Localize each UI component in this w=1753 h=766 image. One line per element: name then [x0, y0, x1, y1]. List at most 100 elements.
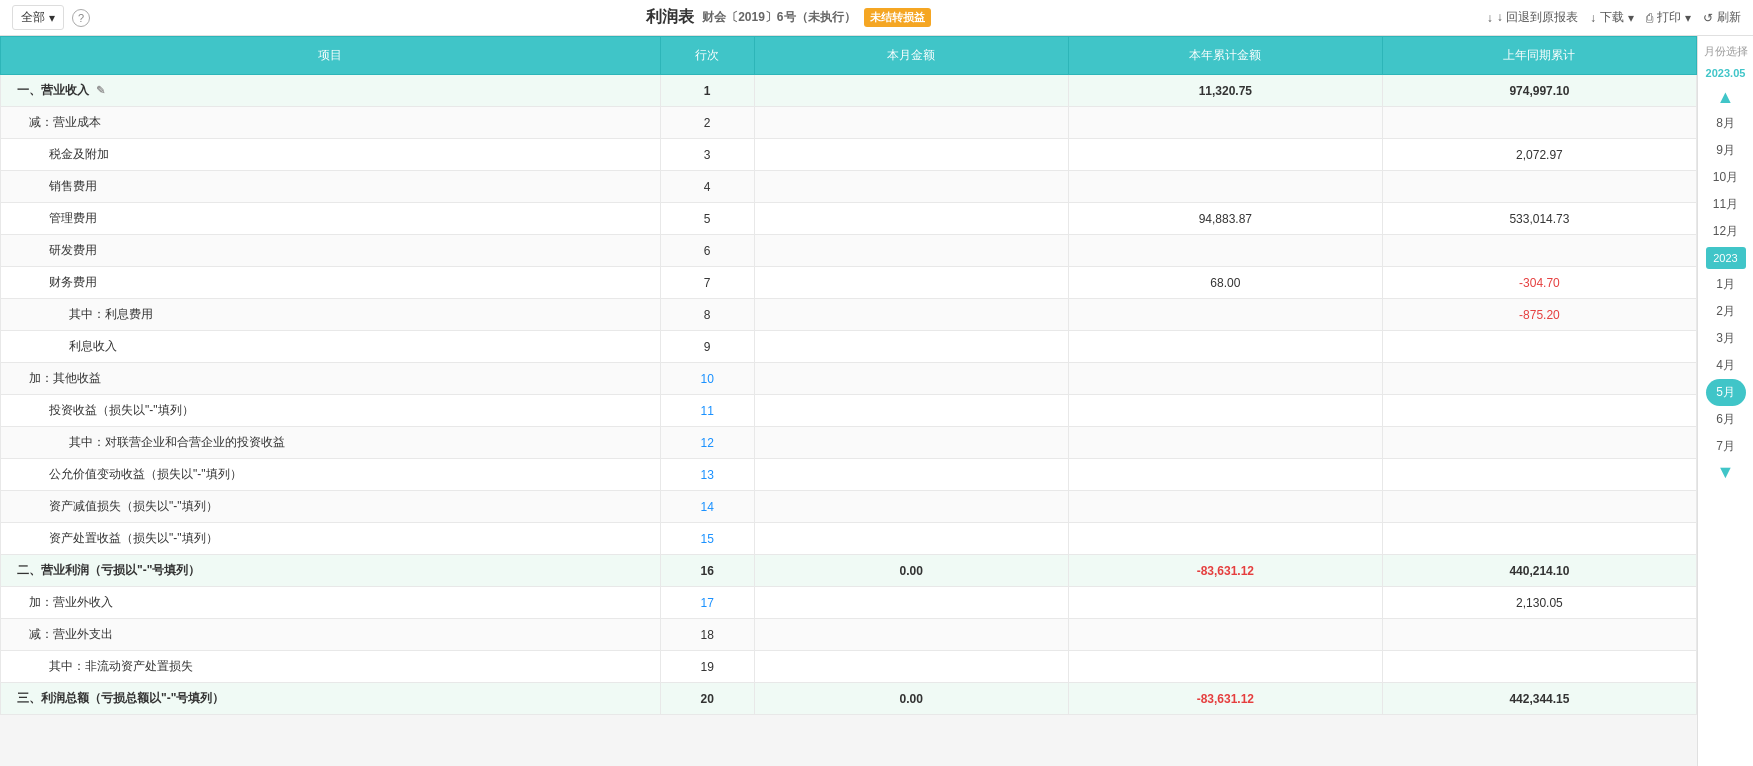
table-row: 公允价值变动收益（损失以"-"填列）13 — [1, 459, 1697, 491]
row-number: 7 — [660, 267, 754, 299]
row-number: 8 — [660, 299, 754, 331]
row-number: 13 — [660, 459, 754, 491]
month-item[interactable]: 10月 — [1706, 164, 1746, 191]
row-label: 二、营业利润（亏损以"-"号填列） — [1, 555, 661, 587]
row-label: 加：其他收益 — [1, 363, 661, 395]
year-marker[interactable]: 2023 — [1706, 247, 1746, 269]
scope-dropdown[interactable]: 全部 ▾ — [12, 5, 64, 30]
cell-current-month — [754, 427, 1068, 459]
row-number: 4 — [660, 171, 754, 203]
row-label: 公允价值变动收益（损失以"-"填列） — [1, 459, 661, 491]
cell-prev-year — [1382, 491, 1696, 523]
cell-current-month — [754, 523, 1068, 555]
cell-current-month — [754, 203, 1068, 235]
month-item[interactable]: 9月 — [1706, 137, 1746, 164]
row-number: 14 — [660, 491, 754, 523]
cell-current-month — [754, 459, 1068, 491]
cell-current-month — [754, 363, 1068, 395]
cell-ytd — [1068, 235, 1382, 267]
row-number: 20 — [660, 683, 754, 715]
refresh-button[interactable]: ↺ 刷新 — [1703, 9, 1741, 26]
sidebar-label: 月份选择 — [1702, 40, 1750, 62]
help-icon[interactable]: ? — [72, 9, 90, 27]
cell-prev-year: 2,072.97 — [1382, 139, 1696, 171]
doc-info: 财会〔2019〕6号（未执行） — [702, 9, 855, 26]
table-row: 一、营业收入 ✎111,320.75974,997.10 — [1, 75, 1697, 107]
main-container: 项目 行次 本月金额 本年累计金额 上年同期累计 一、营业收入 ✎111,320… — [0, 36, 1753, 766]
month-item[interactable]: 3月 — [1706, 325, 1746, 352]
table-row: 税金及附加32,072.97 — [1, 139, 1697, 171]
back-button[interactable]: ↓ ↓ 回退到原报表 — [1487, 9, 1578, 26]
cell-ytd — [1068, 651, 1382, 683]
table-row: 其中：利息费用8 -875.20 — [1, 299, 1697, 331]
cell-ytd: -83,631.12 — [1068, 683, 1382, 715]
print-button[interactable]: ⎙ 打印 ▾ — [1646, 9, 1691, 26]
row-label: 减：营业外支出 — [1, 619, 661, 651]
cell-ytd — [1068, 587, 1382, 619]
table-header-row: 项目 行次 本月金额 本年累计金额 上年同期累计 — [1, 37, 1697, 75]
cell-current-month: 0.00 — [754, 683, 1068, 715]
row-number: 5 — [660, 203, 754, 235]
download-button[interactable]: ↓ 下载 ▾ — [1590, 9, 1634, 26]
cell-prev-year — [1382, 523, 1696, 555]
month-down-arrow[interactable]: ▼ — [1715, 460, 1737, 485]
top-bar-left: 全部 ▾ ? — [12, 5, 90, 30]
row-label: 利息收入 — [1, 331, 661, 363]
cell-current-month — [754, 107, 1068, 139]
cell-ytd — [1068, 107, 1382, 139]
month-item[interactable]: 4月 — [1706, 352, 1746, 379]
table-row: 财务费用7 68.00-304.70 — [1, 267, 1697, 299]
table-row: 投资收益（损失以"-"填列）11 — [1, 395, 1697, 427]
cell-ytd: 68.00 — [1068, 267, 1382, 299]
month-item-active[interactable]: 5月 — [1706, 379, 1746, 406]
refresh-icon: ↺ — [1703, 11, 1713, 25]
row-label: 财务费用 — [1, 267, 661, 299]
cell-prev-year: -875.20 — [1382, 299, 1696, 331]
cell-current-month — [754, 267, 1068, 299]
cell-ytd — [1068, 523, 1382, 555]
table-row: 利息收入9 — [1, 331, 1697, 363]
col-header-prev-year: 上年同期累计 — [1382, 37, 1696, 75]
cell-current-month — [754, 331, 1068, 363]
col-header-current-month: 本月金额 — [754, 37, 1068, 75]
download-icon: ↓ — [1590, 11, 1596, 25]
cell-prev-year: 442,344.15 — [1382, 683, 1696, 715]
month-item[interactable]: 7月 — [1706, 433, 1746, 460]
row-number: 3 — [660, 139, 754, 171]
cell-prev-year: -304.70 — [1382, 267, 1696, 299]
cell-ytd — [1068, 395, 1382, 427]
cell-current-month — [754, 651, 1068, 683]
cell-prev-year — [1382, 171, 1696, 203]
table-row: 二、营业利润（亏损以"-"号填列）160.00-83,631.12440,214… — [1, 555, 1697, 587]
cell-prev-year — [1382, 459, 1696, 491]
edit-icon[interactable]: ✎ — [93, 84, 105, 96]
print-icon: ⎙ — [1646, 11, 1653, 25]
row-label: 其中：利息费用 — [1, 299, 661, 331]
cell-ytd — [1068, 427, 1382, 459]
page-title-area: 利润表 财会〔2019〕6号（未执行） 未结转损益 — [646, 7, 930, 28]
cell-ytd — [1068, 459, 1382, 491]
month-item[interactable]: 6月 — [1706, 406, 1746, 433]
cell-ytd: -83,631.12 — [1068, 555, 1382, 587]
row-number: 17 — [660, 587, 754, 619]
month-item[interactable]: 1月 — [1706, 271, 1746, 298]
cell-current-month — [754, 299, 1068, 331]
page-title: 利润表 — [646, 7, 694, 28]
row-label: 研发费用 — [1, 235, 661, 267]
month-up-arrow[interactable]: ▲ — [1715, 85, 1737, 110]
row-label: 管理费用 — [1, 203, 661, 235]
cell-prev-year: 440,214.10 — [1382, 555, 1696, 587]
back-icon: ↓ — [1487, 11, 1493, 25]
table-row: 其中：非流动资产处置损失19 — [1, 651, 1697, 683]
month-item[interactable]: 12月 — [1706, 218, 1746, 245]
month-item[interactable]: 2月 — [1706, 298, 1746, 325]
cell-ytd — [1068, 363, 1382, 395]
cell-current-month — [754, 587, 1068, 619]
month-item[interactable]: 11月 — [1706, 191, 1746, 218]
table-row: 三、利润总额（亏损总额以"-"号填列）200.00-83,631.12442,3… — [1, 683, 1697, 715]
chevron-down-icon: ▾ — [1628, 11, 1634, 25]
month-item[interactable]: 8月 — [1706, 110, 1746, 137]
row-number: 6 — [660, 235, 754, 267]
col-header-rownum: 行次 — [660, 37, 754, 75]
row-number: 12 — [660, 427, 754, 459]
